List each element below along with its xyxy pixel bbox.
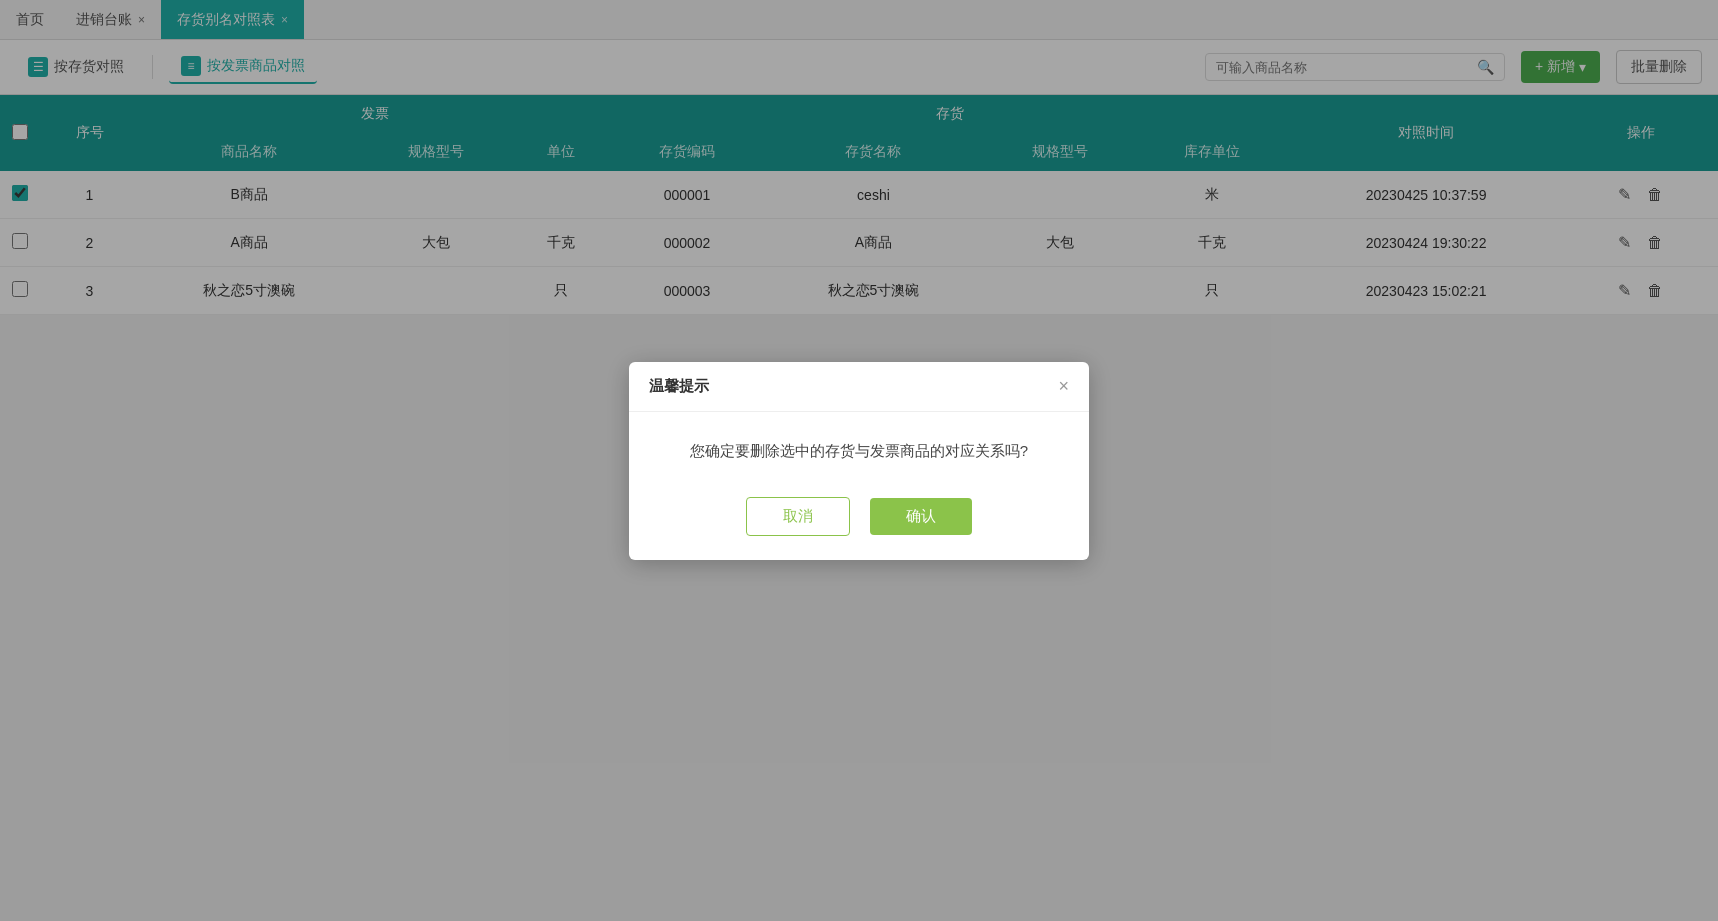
- modal-overlay: 温馨提示 × 您确定要删除选中的存货与发票商品的对应关系吗? 取消 确认: [0, 0, 1718, 315]
